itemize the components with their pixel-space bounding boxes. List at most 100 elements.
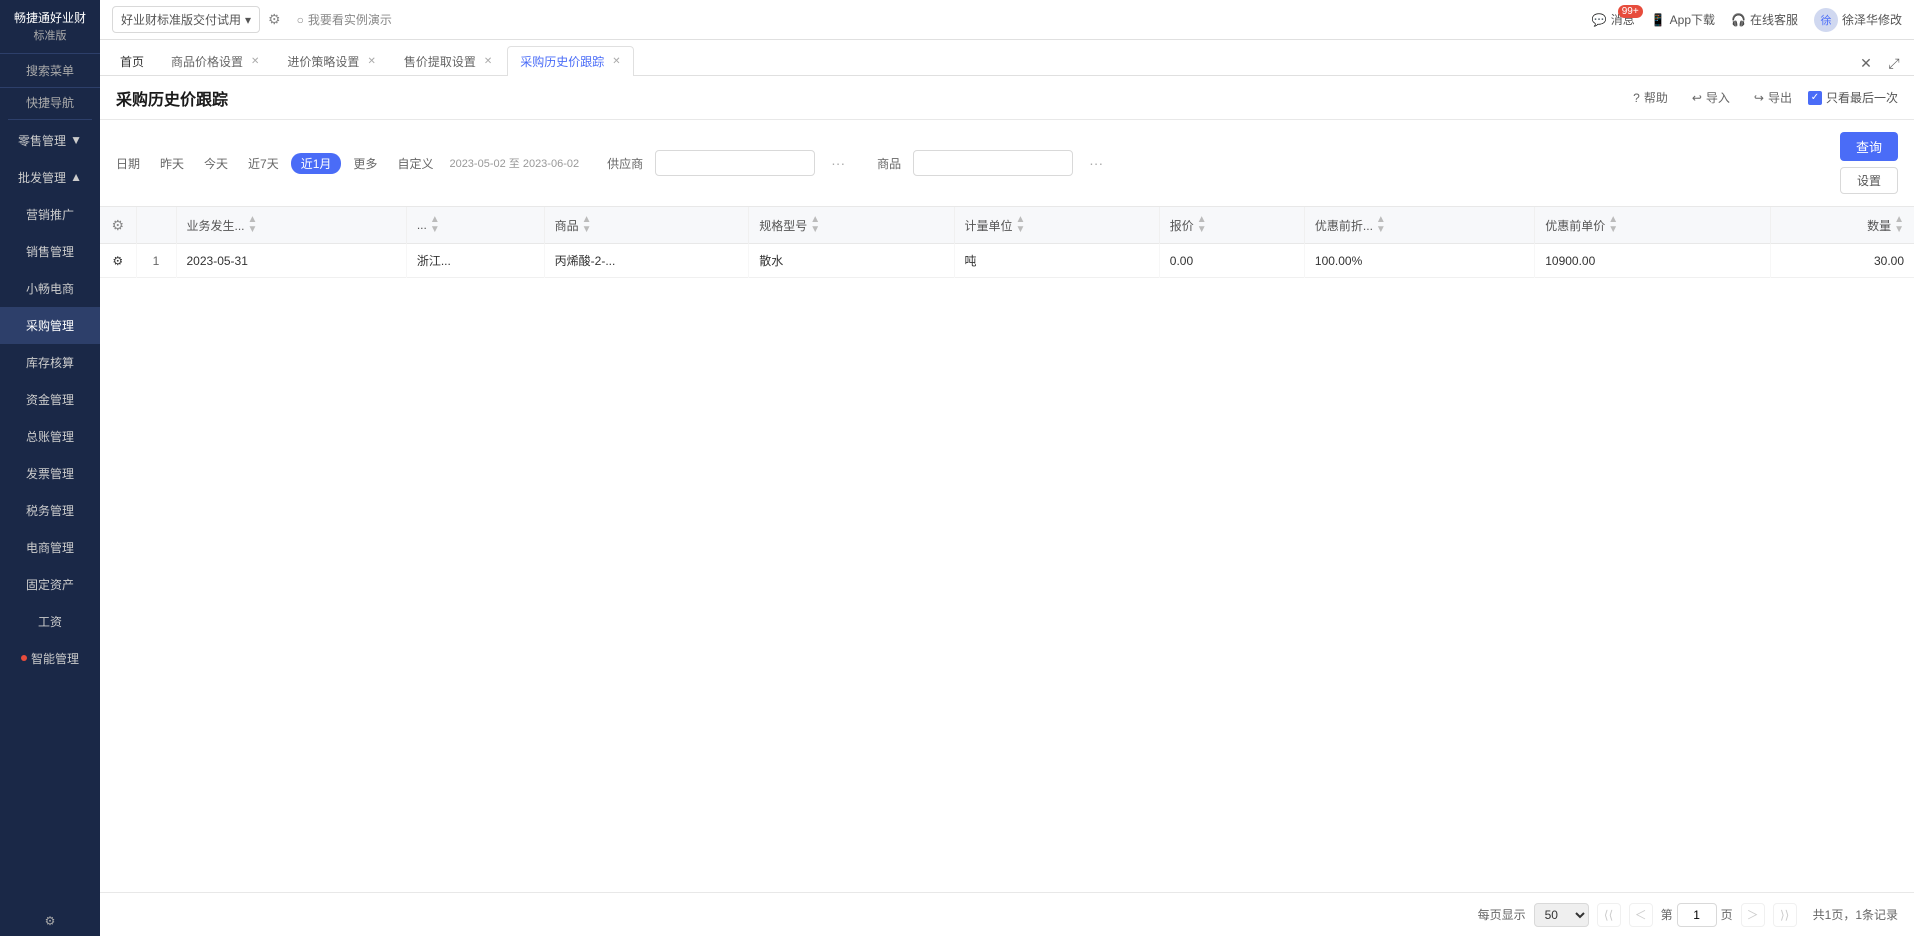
sidebar-item-inventory[interactable]: 库存核算 <box>0 344 100 381</box>
th-discount[interactable]: 优惠前折... ▲▼ <box>1304 207 1534 244</box>
quote-sort-icon[interactable]: ▲▼ <box>1197 215 1207 235</box>
query-button[interactable]: 查询 <box>1840 132 1898 161</box>
business-date-sort-icon[interactable]: ▲▼ <box>248 215 258 235</box>
tab-sale-price[interactable]: 售价提取设置 ✕ <box>391 46 505 76</box>
tab-purchase-strategy[interactable]: 进价策略设置 ✕ <box>274 46 388 76</box>
tab-price-settings-close[interactable]: ✕ <box>251 56 259 67</box>
sidebar-item-ecommerce[interactable]: 电商管理 <box>0 529 100 566</box>
pagination-next-btn[interactable]: ＞ <box>1741 903 1765 927</box>
tab-purchase-strategy-close[interactable]: ✕ <box>367 56 375 67</box>
goods-filter-dots[interactable]: ··· <box>1085 153 1107 173</box>
th-goods[interactable]: 商品 ▲▼ <box>544 207 749 244</box>
tab-panel-controls: ✕ ⤢ <box>1854 51 1906 75</box>
topbar-user[interactable]: 徐 徐泽华修改 <box>1814 8 1902 32</box>
sidebar-item-sales-label: 销售管理 <box>26 243 74 260</box>
sidebar-search[interactable]: 搜索菜单 <box>0 54 100 88</box>
th-pre-discount-price[interactable]: 优惠前单价 ▲▼ <box>1535 207 1770 244</box>
page-header: 采购历史价跟踪 ? 帮助 ↩ 导入 ↪ 导出 ✓ 只看最后一次 <box>100 76 1914 120</box>
td-unit: 吨 <box>954 244 1159 278</box>
td-row-gear[interactable]: ⚙ <box>100 244 136 278</box>
th-business-date[interactable]: 业务发生... ▲▼ <box>176 207 406 244</box>
pagination-first-btn[interactable]: ⟨⟨ <box>1597 903 1621 927</box>
tab-home[interactable]: 首页 <box>108 47 156 76</box>
export-btn[interactable]: ↪ 导出 <box>1746 85 1800 110</box>
goods-sort-icon[interactable]: ▲▼ <box>582 215 592 235</box>
import-btn[interactable]: ↩ 导入 <box>1684 85 1738 110</box>
sidebar-item-funds[interactable]: 资金管理 <box>0 381 100 418</box>
edition-dropdown[interactable]: 好业财标准版交付试用 ▾ <box>112 6 260 33</box>
topbar-settings-icon[interactable]: ⚙ <box>268 11 281 28</box>
tab-purchase-history[interactable]: 采购历史价跟踪 ✕ <box>507 46 633 76</box>
quantity-sort-icon[interactable]: ▲▼ <box>1894 215 1904 235</box>
help-icon: ? <box>1633 91 1640 105</box>
sidebar-item-invoice[interactable]: 发票管理 <box>0 455 100 492</box>
import-icon: ↩ <box>1692 91 1702 105</box>
sidebar-item-payroll[interactable]: 工资 <box>0 603 100 640</box>
pre-discount-price-sort-icon[interactable]: ▲▼ <box>1608 215 1618 235</box>
sidebar-item-purchase[interactable]: 采购管理 <box>0 307 100 344</box>
filter-date-today[interactable]: 今天 <box>196 153 236 174</box>
gear-icon[interactable]: ⚙ <box>111 217 124 233</box>
tab-purchase-history-close[interactable]: ✕ <box>612 56 620 67</box>
spec-sort-icon[interactable]: ▲▼ <box>810 215 820 235</box>
sidebar-item-wholesale[interactable]: 批发管理 ▲ <box>0 159 100 196</box>
th-quantity[interactable]: 数量 ▲▼ <box>1770 207 1914 244</box>
th-more[interactable]: ... ▲▼ <box>406 207 544 244</box>
help-label: 帮助 <box>1644 89 1668 106</box>
settings-button[interactable]: 设置 <box>1840 167 1898 194</box>
sidebar-item-marketing[interactable]: 营销推广 <box>0 196 100 233</box>
row-settings-icon[interactable]: ⚙ <box>112 254 123 268</box>
filter-date-7days[interactable]: 近7天 <box>240 153 287 174</box>
pagination-page: 第 页 <box>1661 903 1733 927</box>
help-btn[interactable]: ? 帮助 <box>1625 85 1676 110</box>
th-quote-label: 报价 <box>1170 217 1194 234</box>
filter-date-range: 2023-05-02 至 2023-06-02 <box>449 155 579 171</box>
pagination-last-btn[interactable]: ⟩⟩ <box>1773 903 1797 927</box>
filter-date-more[interactable]: 更多 <box>345 153 385 174</box>
sidebar-item-fixed-assets[interactable]: 固定资产 <box>0 566 100 603</box>
sidebar-item-ecommerce-small[interactable]: 小畅电商 <box>0 270 100 307</box>
tab-panel-expand-btn[interactable]: ⤢ <box>1882 51 1906 75</box>
sidebar-item-general-ledger[interactable]: 总账管理 <box>0 418 100 455</box>
app-name: 畅捷通好业财 <box>8 10 92 27</box>
th-spec[interactable]: 规格型号 ▲▼ <box>749 207 954 244</box>
tab-price-settings[interactable]: 商品价格设置 ✕ <box>158 46 272 76</box>
pagination-prev-btn[interactable]: ＜ <box>1629 903 1653 927</box>
supplier-filter-dots[interactable]: ··· <box>827 153 849 173</box>
goods-filter-input[interactable] <box>913 150 1073 176</box>
table-row[interactable]: ⚙ 1 2023-05-31 浙江... 丙烯酸-2-... 散水 吨 0.00… <box>100 244 1914 278</box>
topbar-online-service[interactable]: 🎧 在线客服 <box>1731 11 1798 28</box>
filter-date-1month[interactable]: 近1月 <box>291 153 342 174</box>
tab-purchase-strategy-label: 进价策略设置 <box>287 53 359 70</box>
sidebar-quick-nav[interactable]: 快捷导航 <box>0 88 100 117</box>
only-latest-checkbox[interactable]: ✓ 只看最后一次 <box>1808 89 1898 106</box>
tab-panel-close-btn[interactable]: ✕ <box>1854 51 1878 75</box>
unit-sort-icon[interactable]: ▲▼ <box>1016 215 1026 235</box>
per-page-select[interactable]: 50 20 100 <box>1534 903 1589 927</box>
tab-sale-price-close[interactable]: ✕ <box>484 56 492 67</box>
filter-date-custom[interactable]: 自定义 <box>389 153 441 174</box>
supplier-filter-input[interactable] <box>655 150 815 176</box>
th-quote[interactable]: 报价 ▲▼ <box>1159 207 1304 244</box>
sidebar-item-funds-label: 资金管理 <box>26 391 74 408</box>
topbar-demo-link[interactable]: ○ 我要看实例演示 <box>297 11 392 28</box>
more-sort-icon[interactable]: ▲▼ <box>430 215 440 235</box>
th-gear[interactable]: ⚙ <box>100 207 136 244</box>
intelligent-dot <box>21 655 27 661</box>
filter-date-yesterday[interactable]: 昨天 <box>152 153 192 174</box>
sidebar-settings-icon[interactable]: ⚙ <box>0 906 100 936</box>
page-input[interactable] <box>1677 903 1717 927</box>
filter-dates: 昨天 今天 近7天 近1月 更多 自定义 2023-05-02 至 2023-0… <box>152 153 579 174</box>
page-suffix: 页 <box>1721 906 1733 923</box>
tab-price-settings-label: 商品价格设置 <box>171 53 243 70</box>
topbar-app-download[interactable]: 📱 App下载 <box>1651 11 1715 28</box>
sidebar-item-sales[interactable]: 销售管理 <box>0 233 100 270</box>
th-unit[interactable]: 计量单位 ▲▼ <box>954 207 1159 244</box>
td-pre-discount-price: 10900.00 <box>1535 244 1770 278</box>
sidebar-item-general-ledger-label: 总账管理 <box>26 428 74 445</box>
sidebar-item-tax[interactable]: 税务管理 <box>0 492 100 529</box>
sidebar-item-intelligent[interactable]: 智能管理 <box>0 640 100 677</box>
topbar-messages[interactable]: 💬 消息 99+ <box>1592 11 1635 28</box>
sidebar-item-retail[interactable]: 零售管理 ▼ <box>0 122 100 159</box>
discount-sort-icon[interactable]: ▲▼ <box>1376 215 1386 235</box>
